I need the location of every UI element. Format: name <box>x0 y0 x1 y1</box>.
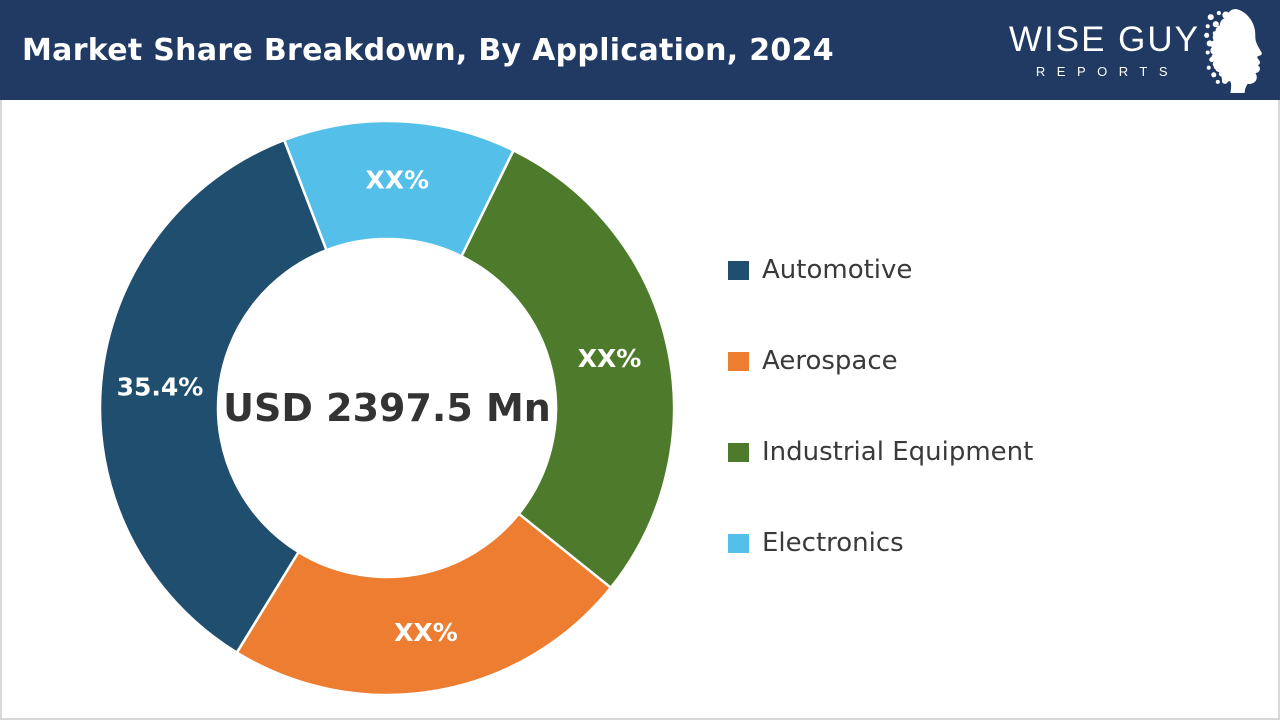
legend-label-automotive: Automotive <box>762 255 913 285</box>
legend-item-industrial-equipment: Industrial Equipment <box>728 437 1033 467</box>
segment-value-label-automotive: 35.4% <box>117 373 204 402</box>
segment-value-label-industrial-equipment: XX% <box>578 344 642 373</box>
chart-legend: Automotive Aerospace Industrial Equipment E… <box>728 255 1033 619</box>
segment-value-label-aerospace: XX% <box>394 618 458 647</box>
wiseguy-logo: WISE GUY REPORTS <box>1009 6 1264 94</box>
segment-value-label-electronics: XX% <box>365 166 429 195</box>
legend-item-electronics: Electronics <box>728 528 1033 558</box>
page-title: Market Share Breakdown, By Application, … <box>22 32 834 68</box>
legend-item-aerospace: Aerospace <box>728 346 1033 376</box>
legend-label-industrial-equipment: Industrial Equipment <box>762 437 1034 467</box>
wiseguy-logo-line2: REPORTS <box>1035 63 1180 79</box>
donut-chart: XX% XX% XX% 35.4% USD 2397.5 Mn <box>98 119 676 697</box>
wiseguy-logo-text: WISE GUY REPORTS <box>1009 22 1200 79</box>
legend-swatch-industrial-equipment <box>728 442 749 462</box>
legend-swatch-aerospace <box>728 351 749 371</box>
legend-swatch-automotive <box>728 260 749 280</box>
header-bar: Market Share Breakdown, By Application, … <box>0 0 1280 100</box>
wiseguy-face-icon <box>1202 7 1264 93</box>
wiseguy-logo-line1: WISE GUY <box>1008 19 1200 59</box>
legend-label-aerospace: Aerospace <box>762 346 898 376</box>
legend-item-automotive: Automotive <box>728 255 1033 285</box>
donut-segment-industrial-equipment <box>460 149 676 589</box>
legend-swatch-electronics <box>728 533 749 553</box>
donut-center-value: USD 2397.5 Mn <box>223 386 551 430</box>
page: WISE GUY REPORTS XX% XX% XX% 35.4% USD 2397… <box>0 0 1280 720</box>
legend-label-electronics: Electronics <box>762 528 904 558</box>
